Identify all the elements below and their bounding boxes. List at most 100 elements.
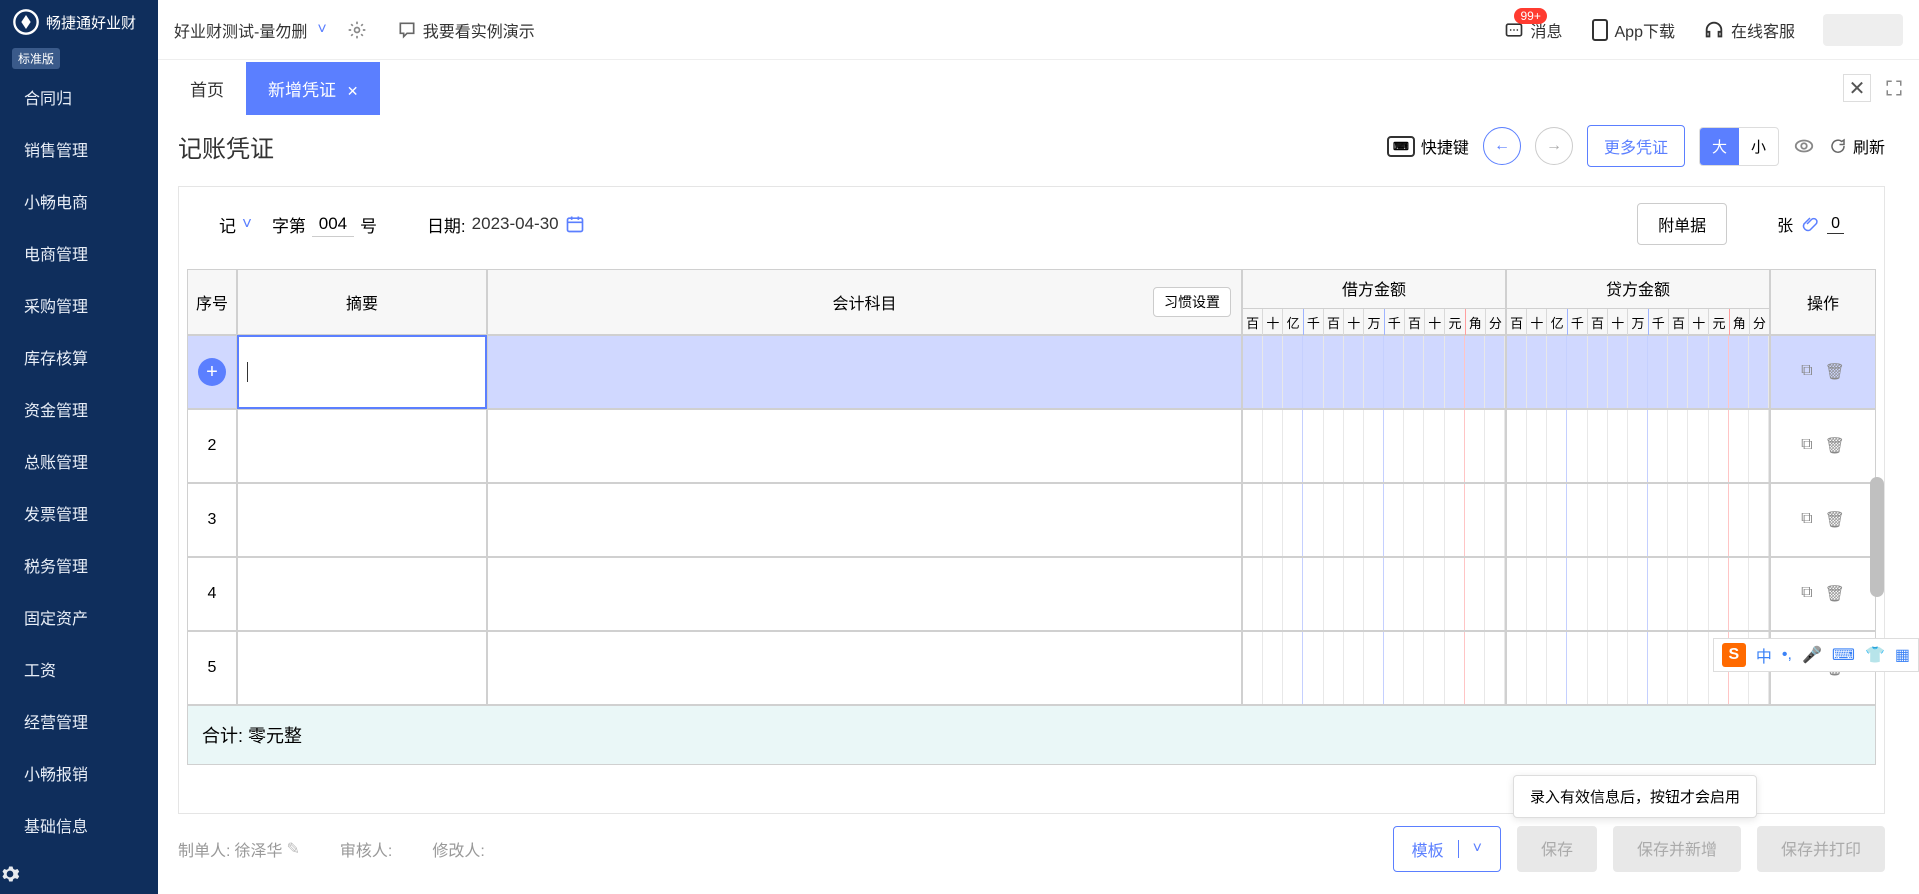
- size-big-button[interactable]: 大: [1700, 128, 1739, 165]
- ime-keyboard-icon[interactable]: ⌨: [1832, 645, 1855, 665]
- credit-cell[interactable]: [1506, 335, 1770, 409]
- digit-label: 十: [1425, 309, 1445, 336]
- sidebar-item-14[interactable]: 基础信息: [0, 799, 158, 851]
- voucher-number-input[interactable]: 004: [312, 212, 354, 237]
- account-cell[interactable]: [487, 631, 1242, 705]
- delete-icon[interactable]: 🗑: [1825, 362, 1845, 382]
- ime-lang[interactable]: 中: [1756, 643, 1772, 667]
- brand-name: 畅捷通好业财: [46, 12, 136, 33]
- digit-label: 元: [1445, 309, 1465, 336]
- sidebar-item-5[interactable]: 库存核算: [0, 331, 158, 383]
- sidebar-item-1[interactable]: 销售管理: [0, 123, 158, 175]
- account-cell[interactable]: [487, 409, 1242, 483]
- date-value[interactable]: 2023-04-30: [472, 214, 559, 234]
- sidebar-item-9[interactable]: 税务管理: [0, 539, 158, 591]
- account-cell[interactable]: [487, 335, 1242, 409]
- debit-cell[interactable]: [1242, 631, 1506, 705]
- shortcut-label: 快捷键: [1421, 134, 1469, 158]
- copy-icon[interactable]: ⧉: [1801, 436, 1812, 456]
- size-small-button[interactable]: 小: [1739, 128, 1778, 165]
- credit-cell[interactable]: [1506, 557, 1770, 631]
- ime-punct-icon[interactable]: •,: [1782, 646, 1792, 664]
- account-cell[interactable]: [487, 483, 1242, 557]
- sidebar-item-2[interactable]: 小畅电商: [0, 175, 158, 227]
- ime-logo-icon: S: [1722, 643, 1746, 667]
- template-button[interactable]: 模板 ˅: [1393, 826, 1501, 872]
- voucher-type-field[interactable]: 记 ˅: [219, 212, 252, 237]
- ime-toolbar[interactable]: S 中 •, 🎤 ⌨ 👕 ▦: [1713, 638, 1919, 672]
- sidebar-item-10[interactable]: 固定资产: [0, 591, 158, 643]
- prev-button[interactable]: ←: [1483, 127, 1521, 165]
- sidebar-item-8[interactable]: 发票管理: [0, 487, 158, 539]
- ime-skin-icon[interactable]: 👕: [1865, 645, 1885, 665]
- service-button[interactable]: 在线客服: [1703, 18, 1795, 42]
- digit-label: 万: [1628, 309, 1648, 336]
- shortcut-hint[interactable]: ⌨ 快捷键: [1387, 134, 1469, 158]
- sidebar-item-0[interactable]: 合同归: [0, 81, 158, 123]
- digit-label: 十: [1527, 309, 1547, 336]
- account-cell[interactable]: [487, 557, 1242, 631]
- abstract-cell[interactable]: [237, 409, 487, 483]
- paperclip-icon[interactable]: [1801, 215, 1819, 233]
- delete-icon[interactable]: 🗑: [1825, 436, 1845, 456]
- habit-settings-button[interactable]: 习惯设置: [1153, 287, 1231, 317]
- abstract-cell[interactable]: [237, 483, 487, 557]
- settings-icon[interactable]: [347, 20, 367, 40]
- table-row[interactable]: + ⧉ 🗑: [187, 335, 1876, 409]
- table-row[interactable]: 3⧉🗑: [187, 483, 1876, 557]
- sidebar-item-6[interactable]: 资金管理: [0, 383, 158, 435]
- chat-icon: [397, 20, 417, 40]
- abstract-cell[interactable]: [237, 557, 487, 631]
- tab-home[interactable]: 首页: [168, 62, 246, 115]
- ime-grid-icon[interactable]: ▦: [1895, 645, 1910, 665]
- debit-cell[interactable]: [1242, 483, 1506, 557]
- demo-link[interactable]: 我要看实例演示: [397, 18, 535, 42]
- edit-icon[interactable]: ✎: [286, 839, 299, 859]
- debit-cell[interactable]: [1242, 335, 1506, 409]
- sidebar-item-3[interactable]: 电商管理: [0, 227, 158, 279]
- calendar-icon[interactable]: [565, 214, 585, 234]
- abstract-cell[interactable]: [237, 631, 487, 705]
- sidebar-item-13[interactable]: 小畅报销: [0, 747, 158, 799]
- debit-cell[interactable]: [1242, 557, 1506, 631]
- messages-button[interactable]: 99+ 消息: [1504, 18, 1562, 42]
- user-avatar[interactable]: [1823, 14, 1903, 46]
- next-button[interactable]: →: [1535, 127, 1573, 165]
- total-text: 零元整: [248, 722, 302, 748]
- delete-icon[interactable]: 🗑: [1825, 510, 1845, 530]
- close-tab-button[interactable]: ✕: [1843, 74, 1871, 102]
- debit-cell[interactable]: [1242, 409, 1506, 483]
- ime-mic-icon[interactable]: 🎤: [1802, 645, 1822, 665]
- fullscreen-icon[interactable]: [1885, 79, 1903, 97]
- credit-cell[interactable]: [1506, 483, 1770, 557]
- close-icon[interactable]: ✕: [347, 83, 359, 99]
- app-download-button[interactable]: App下载: [1591, 18, 1675, 42]
- more-vouchers-button[interactable]: 更多凭证: [1587, 125, 1685, 167]
- page-header: 记账凭证 ⌨ 快捷键 ← → 更多凭证 大 小 刷新: [158, 116, 1905, 176]
- table-row[interactable]: 5⧉🗑: [187, 631, 1876, 705]
- sidebar-item-12[interactable]: 经营管理: [0, 695, 158, 747]
- sidebar-item-11[interactable]: 工资: [0, 643, 158, 695]
- delete-icon[interactable]: 🗑: [1825, 584, 1845, 604]
- add-row-button[interactable]: +: [198, 358, 226, 386]
- copy-icon[interactable]: ⧉: [1801, 362, 1812, 382]
- eye-icon[interactable]: [1793, 135, 1815, 157]
- org-selector[interactable]: 好业财测试-量勿删 ˅: [174, 18, 327, 42]
- tab-label: 新增凭证: [268, 81, 336, 100]
- attach-count[interactable]: 0: [1827, 215, 1844, 234]
- sidebar-item-4[interactable]: 采购管理: [0, 279, 158, 331]
- sidebar-settings[interactable]: [0, 864, 158, 884]
- chevron-down-icon: ˅: [242, 214, 252, 234]
- sidebar-item-7[interactable]: 总账管理: [0, 435, 158, 487]
- copy-icon[interactable]: ⧉: [1801, 510, 1812, 530]
- table-row[interactable]: 4⧉🗑: [187, 557, 1876, 631]
- credit-cell[interactable]: [1506, 409, 1770, 483]
- scrollbar-thumb[interactable]: [1870, 477, 1884, 597]
- attach-button[interactable]: 附单据: [1637, 203, 1727, 245]
- abstract-cell[interactable]: [237, 335, 487, 409]
- table-row[interactable]: 2⧉🗑: [187, 409, 1876, 483]
- tab-new-voucher[interactable]: 新增凭证 ✕: [246, 62, 380, 115]
- copy-icon[interactable]: ⧉: [1801, 584, 1812, 604]
- header-abstract: 摘要: [237, 269, 487, 335]
- refresh-button[interactable]: 刷新: [1829, 134, 1885, 158]
